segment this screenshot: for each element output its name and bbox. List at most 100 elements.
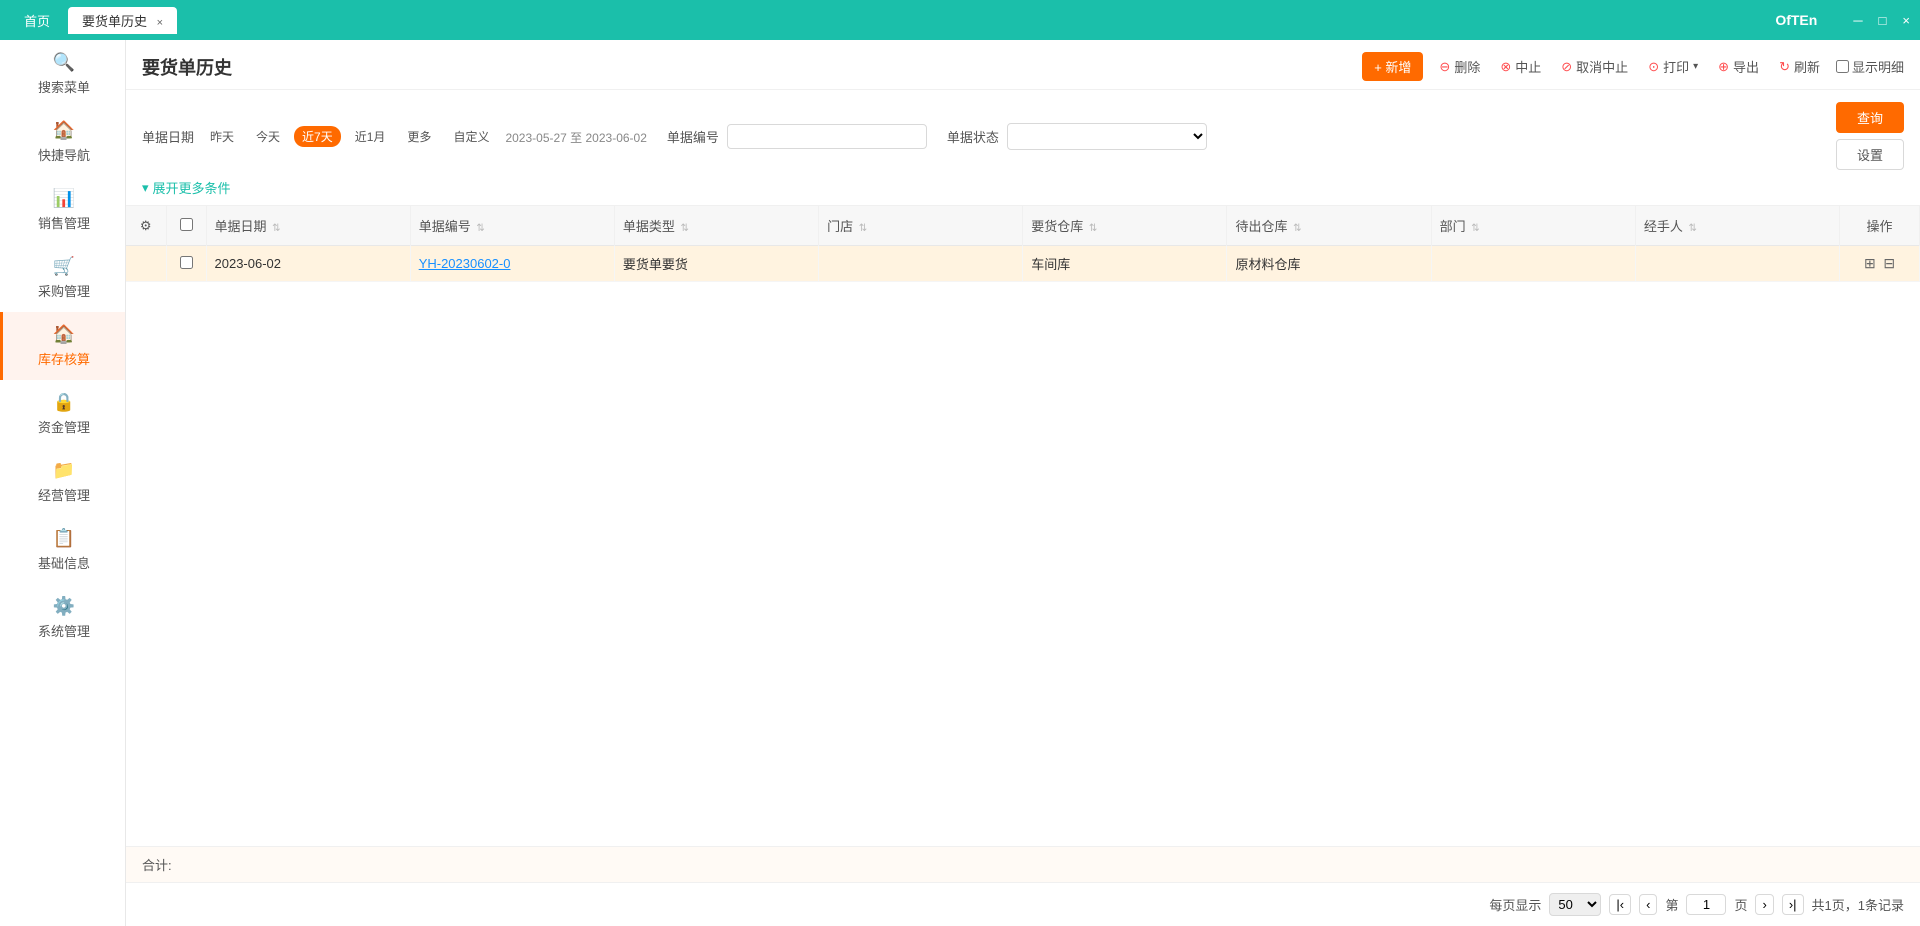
filter-row: 单据日期 昨天 今天 近7天 近1月 更多 自定义 2023-05-27 至 2… (142, 102, 1904, 170)
page-header: 要货单历史 + 新增 ⊖ 删除 ⊗ 中止 ⊘ 取消中止 (126, 40, 1920, 90)
tab-home[interactable]: 首页 (10, 7, 64, 34)
sidebar-item-quicknav[interactable]: 🏠 快捷导航 (0, 108, 125, 176)
col-type: 单据类型 ⇅ (614, 206, 818, 246)
col-req-warehouse: 要货仓库 ⇅ (1023, 206, 1227, 246)
print-button[interactable]: ⊙ 打印 ▾ (1644, 55, 1702, 78)
row-handler (1635, 246, 1839, 282)
tab-close-icon[interactable]: × (157, 17, 163, 29)
sort-handler-icon[interactable]: ⇅ (1688, 223, 1696, 234)
col-billno: 单据编号 ⇅ (410, 206, 614, 246)
sidebar-item-search[interactable]: 🔍 搜索菜单 (0, 40, 125, 108)
cancel-stop-button[interactable]: ⊘ 取消中止 (1557, 55, 1632, 78)
refresh-icon: ↻ (1779, 59, 1790, 75)
sidebar-item-system[interactable]: ⚙️ 系统管理 (0, 584, 125, 652)
toolbar: + 新增 ⊖ 删除 ⊗ 中止 ⊘ 取消中止 ⊙ (1362, 52, 1904, 81)
first-page-btn[interactable]: |‹ (1609, 894, 1631, 915)
search-icon: 🔍 (53, 52, 75, 73)
row-type: 要货单要货 (614, 246, 818, 282)
status-filter-group: 单据状态 (947, 123, 1207, 150)
billno-link[interactable]: YH-20230602-0 (419, 256, 511, 271)
refresh-button[interactable]: ↻ 刷新 (1775, 55, 1824, 78)
page-container: 要货单历史 + 新增 ⊖ 删除 ⊗ 中止 ⊘ 取消中止 (126, 40, 1920, 926)
filter-area: 单据日期 昨天 今天 近7天 近1月 更多 自定义 2023-05-27 至 2… (126, 90, 1920, 206)
stop-icon: ⊗ (1500, 59, 1511, 75)
sort-pending-warehouse-icon[interactable]: ⇅ (1293, 223, 1301, 234)
tab-active[interactable]: 要货单历史 × (68, 7, 177, 34)
folder-icon: 📁 (53, 460, 75, 481)
date-range-display: 2023-05-27 至 2023-06-02 (505, 129, 646, 146)
sidebar-item-operation[interactable]: 📁 经营管理 (0, 448, 125, 516)
page-title: 要货单历史 (142, 54, 232, 80)
display-detail-button[interactable]: 显示明细 (1836, 57, 1904, 76)
table-footer: 合计: (126, 846, 1920, 882)
cart-icon: 🛒 (53, 256, 75, 277)
print-icon: ⊙ (1648, 59, 1659, 75)
action-buttons: 查询 设置 (1836, 102, 1904, 170)
stop-button[interactable]: ⊗ 中止 (1496, 55, 1545, 78)
date-tab-custom[interactable]: 自定义 (445, 126, 497, 147)
print-dropdown-icon: ▾ (1693, 61, 1698, 72)
maximize-btn[interactable]: □ (1879, 13, 1887, 28)
table-row: 2023-06-02 YH-20230602-0 要货单要货 车间库 原材料仓库… (126, 246, 1920, 282)
sort-type-icon[interactable]: ⇅ (681, 223, 689, 234)
sort-store-icon[interactable]: ⇅ (859, 223, 867, 234)
billno-filter-label: 单据编号 (667, 127, 719, 146)
sidebar-item-purchase[interactable]: 🛒 采购管理 (0, 244, 125, 312)
content-area: 要货单历史 + 新增 ⊖ 删除 ⊗ 中止 ⊘ 取消中止 (126, 40, 1920, 926)
date-tab-7days[interactable]: 近7天 (294, 126, 341, 147)
row-req-warehouse: 车间库 (1023, 246, 1227, 282)
next-page-btn[interactable]: › (1755, 894, 1773, 915)
header-row: ⚙ 单据日期 ⇅ 单据编号 ⇅ (126, 206, 1920, 246)
sort-date-icon[interactable]: ⇅ (272, 223, 280, 234)
billno-input[interactable] (727, 124, 927, 149)
data-table: ⚙ 单据日期 ⇅ 单据编号 ⇅ (126, 206, 1920, 282)
sort-billno-icon[interactable]: ⇅ (476, 223, 484, 234)
date-tab-today[interactable]: 今天 (248, 126, 288, 147)
date-tab-yesterday[interactable]: 昨天 (202, 126, 242, 147)
display-detail-checkbox[interactable] (1836, 60, 1849, 73)
sort-department-icon[interactable]: ⇅ (1471, 223, 1479, 234)
status-select[interactable] (1007, 123, 1207, 150)
sidebar-item-basic[interactable]: 📋 基础信息 (0, 516, 125, 584)
page-size-select[interactable]: 50 100 200 (1549, 893, 1601, 916)
chevron-down-icon: ▾ (142, 180, 149, 196)
filter-settings-button[interactable]: 设置 (1836, 139, 1904, 170)
delete-button[interactable]: ⊖ 删除 (1435, 55, 1484, 78)
tab-bar: 首页 要货单历史 × (10, 7, 1775, 34)
inventory-icon: 🏠 (53, 324, 75, 345)
page-size-label: 每页显示 (1489, 895, 1541, 914)
date-tab-more[interactable]: 更多 (399, 126, 439, 147)
prev-page-btn[interactable]: ‹ (1639, 894, 1657, 915)
export-button[interactable]: ⊕ 导出 (1714, 55, 1763, 78)
select-all-checkbox[interactable] (180, 218, 193, 231)
sidebar-item-inventory[interactable]: 🏠 库存核算 (0, 312, 125, 380)
cancel-stop-icon: ⊘ (1561, 59, 1572, 75)
close-window-btn[interactable]: × (1902, 13, 1910, 28)
column-settings-icon[interactable]: ⚙ (140, 218, 152, 233)
table-header: ⚙ 单据日期 ⇅ 单据编号 ⇅ (126, 206, 1920, 246)
table-body: 2023-06-02 YH-20230602-0 要货单要货 车间库 原材料仓库… (126, 246, 1920, 282)
page-suffix: 页 (1734, 895, 1747, 914)
window-controls: OfTEn ─ □ × (1775, 12, 1910, 28)
row-edit-btn[interactable]: ⊞ (1864, 255, 1876, 271)
row-department (1431, 246, 1635, 282)
expand-more-btn[interactable]: ▾ 展开更多条件 (142, 178, 1904, 197)
col-pending-warehouse: 待出仓库 ⇅ (1227, 206, 1431, 246)
new-button[interactable]: + 新增 (1362, 52, 1423, 81)
row-checkbox[interactable] (180, 256, 193, 269)
row-operations: ⊞ ⊟ (1840, 246, 1920, 282)
last-page-btn[interactable]: ›| (1782, 894, 1804, 915)
page-number-input[interactable] (1686, 894, 1726, 915)
col-department: 部门 ⇅ (1431, 206, 1635, 246)
query-button[interactable]: 查询 (1836, 102, 1904, 133)
row-date: 2023-06-02 (206, 246, 410, 282)
sidebar-item-sales[interactable]: 📊 销售管理 (0, 176, 125, 244)
date-tab-1month[interactable]: 近1月 (347, 126, 394, 147)
row-more-btn[interactable]: ⊟ (1883, 255, 1895, 271)
sidebar-item-finance[interactable]: 🔒 资金管理 (0, 380, 125, 448)
sort-req-warehouse-icon[interactable]: ⇅ (1089, 223, 1097, 234)
sidebar: 🔍 搜索菜单 🏠 快捷导航 📊 销售管理 🛒 采购管理 🏠 库存核算 🔒 资金管… (0, 40, 126, 926)
minimize-btn[interactable]: ─ (1853, 13, 1862, 28)
export-icon: ⊕ (1718, 59, 1729, 75)
lock-icon: 🔒 (53, 392, 75, 413)
